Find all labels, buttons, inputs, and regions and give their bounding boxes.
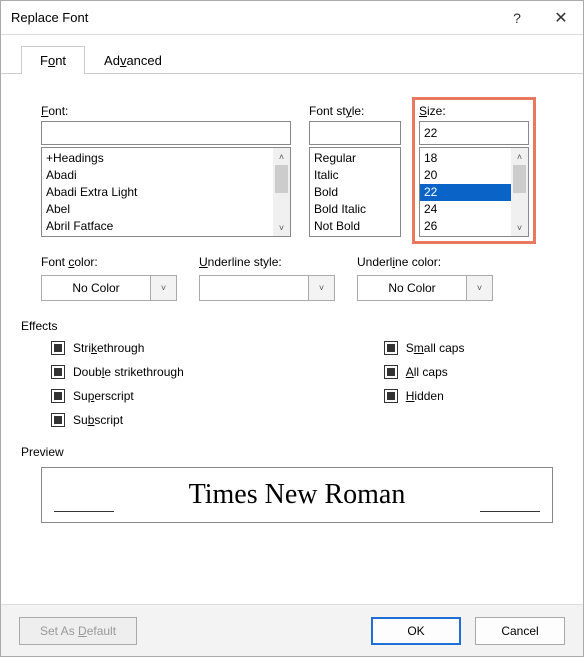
scroll-thumb[interactable] — [275, 165, 288, 193]
font-input[interactable] — [41, 121, 291, 145]
list-item[interactable]: Abadi — [42, 167, 273, 184]
ulstyle-label: Underline style: — [199, 255, 335, 269]
ulstyle-dropdown[interactable]: ˅ — [199, 275, 335, 301]
small-caps-checkbox[interactable]: Small caps — [384, 341, 465, 355]
button-bar: Set As Default OK Cancel — [1, 604, 583, 656]
superscript-checkbox[interactable]: Superscript — [51, 389, 184, 403]
ulcolor-dropdown[interactable]: No Color ˅ — [357, 275, 493, 301]
style-input[interactable] — [309, 121, 401, 145]
size-label: Size: — [419, 104, 529, 118]
size-input[interactable] — [419, 121, 529, 145]
strikethrough-checkbox[interactable]: Strikethrough — [51, 341, 184, 355]
scroll-down-icon[interactable]: ˅ — [273, 219, 290, 236]
hidden-checkbox[interactable]: Hidden — [384, 389, 465, 403]
size-list[interactable]: 18 20 22 24 26 ˄ ˅ — [419, 147, 529, 237]
tab-strip: Font Advanced — [1, 35, 583, 74]
list-item[interactable]: 24 — [420, 201, 511, 218]
tab-font[interactable]: Font — [21, 46, 85, 74]
list-item[interactable]: Abadi Extra Light — [42, 184, 273, 201]
list-item[interactable]: 26 — [420, 218, 511, 235]
scroll-up-icon[interactable]: ˄ — [273, 148, 290, 165]
tab-advanced[interactable]: Advanced — [85, 46, 181, 74]
list-item[interactable]: Bold — [310, 184, 400, 201]
fontcolor-label: Font color: — [41, 255, 177, 269]
preview-text: Times New Roman — [189, 479, 406, 511]
chevron-down-icon: ˅ — [309, 275, 335, 301]
size-highlight: Size: 18 20 22 24 26 ˄ ˅ — [412, 97, 536, 244]
list-item[interactable]: Italic — [310, 167, 400, 184]
set-default-button[interactable]: Set As Default — [19, 617, 137, 645]
effects-label: Effects — [21, 319, 553, 333]
scroll-up-icon[interactable]: ˄ — [511, 148, 528, 165]
list-item[interactable]: Abril Fatface — [42, 218, 273, 235]
list-item[interactable]: 18 — [420, 150, 511, 167]
help-button[interactable]: ? — [495, 1, 539, 35]
subscript-checkbox[interactable]: Subscript — [51, 413, 184, 427]
fontcolor-dropdown[interactable]: No Color ˅ — [41, 275, 177, 301]
font-list[interactable]: +Headings Abadi Abadi Extra Light Abel A… — [41, 147, 291, 237]
close-button[interactable]: ✕ — [539, 1, 583, 35]
ulcolor-label: Underline color: — [357, 255, 493, 269]
dialog-title: Replace Font — [11, 10, 495, 25]
preview-label: Preview — [21, 445, 553, 459]
scrollbar[interactable]: ˄ ˅ — [511, 148, 528, 236]
style-list[interactable]: Regular Italic Bold Bold Italic Not Bold — [309, 147, 401, 237]
all-caps-checkbox[interactable]: All caps — [384, 365, 465, 379]
replace-font-dialog: Replace Font ? ✕ Font Advanced Font: +He… — [0, 0, 584, 657]
scroll-thumb[interactable] — [513, 165, 526, 193]
double-strikethrough-checkbox[interactable]: Double strikethrough — [51, 365, 184, 379]
list-item[interactable]: +Headings — [42, 150, 273, 167]
dialog-content: Font: +Headings Abadi Abadi Extra Light … — [1, 74, 583, 533]
list-item[interactable]: 20 — [420, 167, 511, 184]
preview-box: Times New Roman — [41, 467, 553, 523]
cancel-button[interactable]: Cancel — [475, 617, 565, 645]
scroll-down-icon[interactable]: ˅ — [511, 219, 528, 236]
list-item[interactable]: 22 — [420, 184, 511, 201]
list-item[interactable]: Bold Italic — [310, 201, 400, 218]
list-item[interactable]: Abel — [42, 201, 273, 218]
font-label: Font: — [41, 104, 291, 118]
titlebar: Replace Font ? ✕ — [1, 1, 583, 35]
style-label: Font style: — [309, 104, 401, 118]
list-item[interactable]: Regular — [310, 150, 400, 167]
chevron-down-icon: ˅ — [467, 275, 493, 301]
list-item[interactable]: Not Bold — [310, 218, 400, 235]
chevron-down-icon: ˅ — [151, 275, 177, 301]
ok-button[interactable]: OK — [371, 617, 461, 645]
scrollbar[interactable]: ˄ ˅ — [273, 148, 290, 236]
